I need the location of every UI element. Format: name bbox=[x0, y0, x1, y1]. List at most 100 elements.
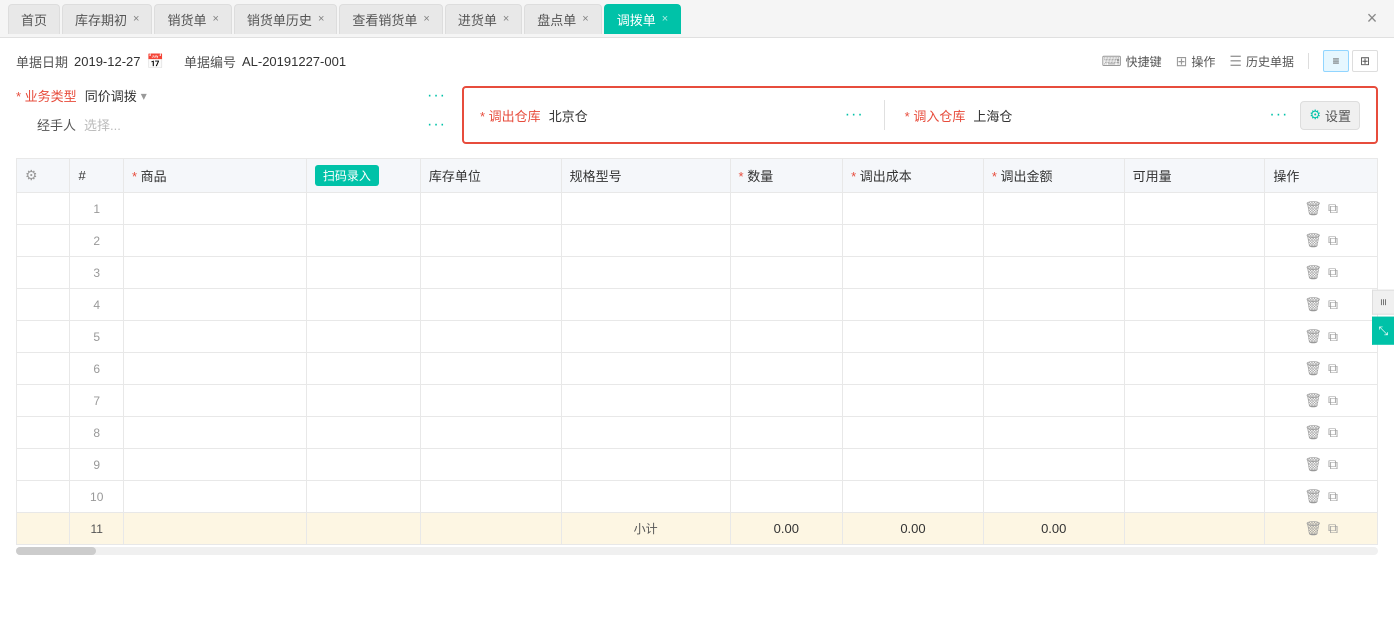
tab-close-sales-order[interactable]: × bbox=[212, 13, 218, 25]
tab-close-view-sales[interactable]: × bbox=[423, 13, 429, 25]
row-amount-cell[interactable] bbox=[983, 385, 1124, 417]
row-amount-cell[interactable] bbox=[983, 225, 1124, 257]
row-delete-button[interactable]: 🗑 bbox=[1304, 360, 1322, 377]
row-delete-button[interactable]: 🗑 bbox=[1304, 392, 1322, 409]
row-delete-button[interactable]: 🗑 bbox=[1304, 328, 1322, 345]
row-delete-button[interactable]: 🗑 bbox=[1304, 200, 1322, 217]
row-copy-button[interactable]: ⧉ bbox=[1328, 264, 1338, 281]
calendar-icon[interactable]: 📅 bbox=[147, 53, 164, 70]
close-all-tabs-button[interactable]: × bbox=[1358, 5, 1386, 33]
date-label: 单据日期 bbox=[16, 52, 68, 71]
settings-button[interactable]: ⚙ 设置 bbox=[1300, 101, 1360, 130]
row-product-cell[interactable] bbox=[123, 353, 306, 385]
scan-entry-button[interactable]: 扫码录入 bbox=[315, 165, 379, 186]
row-copy-button[interactable]: ⧉ bbox=[1328, 424, 1338, 441]
row-qty-cell[interactable] bbox=[730, 193, 843, 225]
list-view-button[interactable]: ≡ bbox=[1323, 50, 1349, 72]
warehouse-in-more-button[interactable]: ··· bbox=[1269, 106, 1288, 124]
row-product-cell[interactable] bbox=[123, 257, 306, 289]
shortcuts-button[interactable]: ⌨ 快捷键 bbox=[1101, 53, 1161, 70]
tab-transfer-order[interactable]: 调拨单 × bbox=[604, 4, 681, 34]
row-cost-cell[interactable] bbox=[843, 385, 984, 417]
row-cost-cell[interactable] bbox=[843, 225, 984, 257]
row-copy-button[interactable]: ⧉ bbox=[1328, 520, 1338, 537]
col-header-settings[interactable]: ⚙ bbox=[17, 159, 70, 193]
row-qty-cell[interactable] bbox=[730, 417, 843, 449]
row-delete-button[interactable]: 🗑 bbox=[1304, 488, 1322, 505]
row-copy-button[interactable]: ⧉ bbox=[1328, 392, 1338, 409]
row-amount-cell[interactable] bbox=[983, 321, 1124, 353]
row-copy-button[interactable]: ⧉ bbox=[1328, 200, 1338, 217]
tab-close-inventory-check[interactable]: × bbox=[582, 13, 588, 25]
row-cost-cell[interactable] bbox=[843, 353, 984, 385]
tab-close-sales-history[interactable]: × bbox=[318, 13, 324, 25]
table-scrollbar[interactable] bbox=[16, 547, 1378, 555]
row-qty-cell[interactable] bbox=[730, 353, 843, 385]
row-delete-button[interactable]: 🗑 bbox=[1304, 232, 1322, 249]
row-copy-button[interactable]: ⧉ bbox=[1328, 232, 1338, 249]
row-cost-cell[interactable] bbox=[843, 417, 984, 449]
row-cost-cell[interactable] bbox=[843, 289, 984, 321]
tab-close-purchase-order[interactable]: × bbox=[503, 13, 509, 25]
row-delete-button[interactable]: 🗑 bbox=[1304, 264, 1322, 281]
float-list-button[interactable]: ≡ bbox=[1372, 290, 1394, 315]
tab-purchase-order[interactable]: 进货单 × bbox=[445, 4, 522, 34]
tab-sales-history[interactable]: 销货单历史 × bbox=[234, 4, 337, 34]
row-product-cell[interactable] bbox=[123, 225, 306, 257]
row-amount-cell[interactable] bbox=[983, 417, 1124, 449]
row-qty-cell[interactable] bbox=[730, 321, 843, 353]
row-delete-button[interactable]: 🗑 bbox=[1304, 456, 1322, 473]
row-delete-button[interactable]: 🗑 bbox=[1304, 424, 1322, 441]
row-cost-cell[interactable] bbox=[843, 257, 984, 289]
row-qty-cell[interactable] bbox=[730, 385, 843, 417]
row-spec-cell bbox=[561, 289, 730, 321]
row-cost-cell[interactable] bbox=[843, 481, 984, 513]
row-copy-button[interactable]: ⧉ bbox=[1328, 488, 1338, 505]
column-settings-icon[interactable]: ⚙ bbox=[25, 167, 38, 183]
row-cost-cell[interactable] bbox=[843, 193, 984, 225]
table-scrollbar-thumb[interactable] bbox=[16, 547, 96, 555]
row-cost-cell[interactable] bbox=[843, 449, 984, 481]
row-copy-button[interactable]: ⧉ bbox=[1328, 328, 1338, 345]
business-type-more-button[interactable]: ··· bbox=[427, 87, 446, 105]
tab-home[interactable]: 首页 bbox=[8, 4, 60, 34]
handler-more-button[interactable]: ··· bbox=[427, 116, 446, 134]
row-amount-cell[interactable] bbox=[983, 481, 1124, 513]
row-product-cell[interactable] bbox=[123, 417, 306, 449]
row-qty-cell[interactable] bbox=[730, 257, 843, 289]
row-qty-cell[interactable] bbox=[730, 449, 843, 481]
warehouse-out-more-button[interactable]: ··· bbox=[845, 106, 864, 124]
tab-sales-order[interactable]: 销货单 × bbox=[154, 4, 231, 34]
row-qty-cell[interactable] bbox=[730, 481, 843, 513]
row-copy-button[interactable]: ⧉ bbox=[1328, 456, 1338, 473]
row-product-cell[interactable] bbox=[123, 481, 306, 513]
row-copy-button[interactable]: ⧉ bbox=[1328, 296, 1338, 313]
row-amount-cell[interactable] bbox=[983, 449, 1124, 481]
row-cost-cell[interactable] bbox=[843, 321, 984, 353]
float-expand-button[interactable]: ⤢ bbox=[1372, 317, 1394, 345]
row-amount-cell[interactable] bbox=[983, 353, 1124, 385]
row-amount-cell[interactable] bbox=[983, 289, 1124, 321]
row-product-cell[interactable] bbox=[123, 289, 306, 321]
tab-close-transfer-order[interactable]: × bbox=[662, 13, 668, 25]
row-copy-button[interactable]: ⧉ bbox=[1328, 360, 1338, 377]
operations-button[interactable]: ⊞ 操作 bbox=[1176, 53, 1216, 70]
row-delete-button[interactable]: 🗑 bbox=[1304, 296, 1322, 313]
tab-close-inventory-init[interactable]: × bbox=[133, 13, 139, 25]
row-qty-cell[interactable] bbox=[730, 289, 843, 321]
tab-view-sales[interactable]: 查看销货单 × bbox=[339, 4, 442, 34]
grid-view-button[interactable]: ⊞ bbox=[1352, 50, 1378, 72]
business-type-dropdown[interactable]: 同价调拨 ▾ bbox=[85, 86, 147, 105]
history-button[interactable]: ☰ 历史单据 bbox=[1229, 53, 1294, 70]
row-product-cell[interactable] bbox=[123, 193, 306, 225]
row-delete-button[interactable]: 🗑 bbox=[1304, 520, 1322, 537]
row-product-cell[interactable] bbox=[123, 449, 306, 481]
tab-inventory-check[interactable]: 盘点单 × bbox=[524, 4, 601, 34]
handler-select[interactable]: 选择... bbox=[84, 115, 419, 134]
row-product-cell[interactable] bbox=[123, 385, 306, 417]
row-amount-cell[interactable] bbox=[983, 257, 1124, 289]
row-qty-cell[interactable] bbox=[730, 225, 843, 257]
tab-inventory-init[interactable]: 库存期初 × bbox=[62, 4, 152, 34]
row-product-cell[interactable] bbox=[123, 321, 306, 353]
row-amount-cell[interactable] bbox=[983, 193, 1124, 225]
